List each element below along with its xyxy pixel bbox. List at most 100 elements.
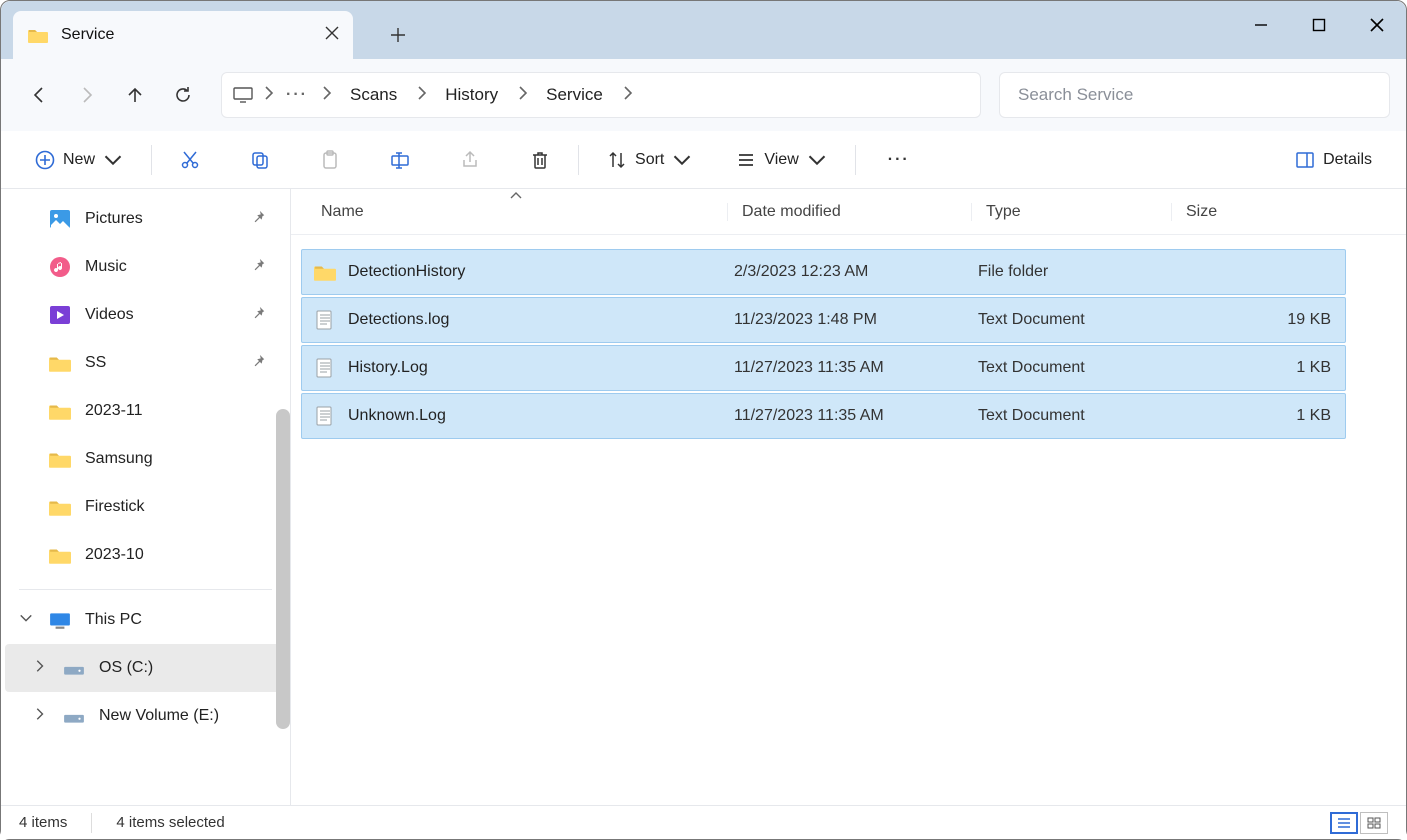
view-label: View: [764, 151, 798, 169]
search-input[interactable]: [1018, 85, 1371, 105]
chevron-down-icon: [103, 150, 123, 170]
file-type: Text Document: [978, 311, 1178, 329]
new-tab-button[interactable]: [381, 11, 415, 59]
pictures-icon: [49, 208, 71, 230]
search-box[interactable]: [999, 72, 1390, 118]
window-tab[interactable]: Service: [13, 11, 353, 59]
file-date: 2/3/2023 12:23 AM: [734, 263, 978, 281]
close-tab-icon[interactable]: [325, 26, 339, 45]
file-name: DetectionHistory: [348, 263, 465, 281]
copy-button[interactable]: [240, 141, 280, 179]
sort-button[interactable]: Sort: [597, 141, 702, 179]
breadcrumb-item[interactable]: History: [435, 85, 508, 105]
textfile-icon: [314, 357, 336, 379]
maximize-button[interactable]: [1290, 1, 1348, 49]
share-button[interactable]: [450, 141, 490, 179]
breadcrumb-item[interactable]: Scans: [340, 85, 407, 105]
music-icon: [49, 256, 71, 278]
chevron-down-icon: [672, 150, 692, 170]
sidebar-item[interactable]: Pictures: [5, 195, 286, 243]
file-row[interactable]: DetectionHistory 2/3/2023 12:23 AMFile fo…: [301, 249, 1346, 295]
tab-title: Service: [61, 26, 114, 44]
forward-button[interactable]: [65, 73, 109, 117]
sidebar-item-label: Firestick: [85, 498, 145, 516]
view-button[interactable]: View: [726, 141, 836, 179]
details-view-toggle[interactable]: [1330, 812, 1358, 834]
videos-icon: [49, 304, 71, 326]
column-date[interactable]: Date modified: [727, 203, 971, 221]
column-size[interactable]: Size: [1171, 203, 1406, 221]
status-bar: 4 items 4 items selected: [1, 805, 1406, 839]
details-pane-button[interactable]: Details: [1285, 141, 1382, 179]
cut-button[interactable]: [170, 141, 210, 179]
clipboard-icon: [320, 150, 340, 170]
refresh-button[interactable]: [161, 73, 205, 117]
file-size: 1 KB: [1178, 407, 1345, 425]
chevron-down-icon: [807, 150, 827, 170]
rename-icon: [390, 150, 410, 170]
breadcrumb-bar[interactable]: ··· Scans History Service: [221, 72, 981, 118]
expand-icon[interactable]: [33, 659, 45, 678]
sidebar-item-label: Music: [85, 258, 127, 276]
new-label: New: [63, 151, 95, 169]
sidebar-item-label: Pictures: [85, 210, 143, 228]
file-type: Text Document: [978, 407, 1178, 425]
file-row[interactable]: Unknown.Log11/27/2023 11:35 AMText Docum…: [301, 393, 1346, 439]
new-button[interactable]: New: [25, 141, 133, 179]
rename-button[interactable]: [380, 141, 420, 179]
file-date: 11/27/2023 11:35 AM: [734, 407, 978, 425]
pin-icon: [252, 210, 266, 229]
sidebar-drive[interactable]: OS (C:): [5, 644, 286, 692]
sidebar-item[interactable]: SS: [5, 339, 286, 387]
details-label: Details: [1323, 151, 1372, 169]
chevron-right-icon[interactable]: [316, 85, 336, 106]
sidebar-item[interactable]: Samsung: [5, 435, 286, 483]
file-row[interactable]: Detections.log11/23/2023 1:48 PMText Doc…: [301, 297, 1346, 343]
delete-button[interactable]: [520, 141, 560, 179]
sidebar-item-label: Samsung: [85, 450, 153, 468]
textfile-icon: [314, 309, 336, 331]
sidebar-item[interactable]: Music: [5, 243, 286, 291]
file-list-view: Name Date modified Type Size DetectionHi…: [291, 189, 1406, 805]
file-row[interactable]: History.Log11/27/2023 11:35 AMText Docum…: [301, 345, 1346, 391]
sidebar-item-label: 2023-10: [85, 546, 144, 564]
icons-view-toggle[interactable]: [1360, 812, 1388, 834]
collapse-icon[interactable]: [19, 611, 33, 630]
paste-button[interactable]: [310, 141, 350, 179]
sidebar-item[interactable]: 2023-10: [5, 531, 286, 579]
minimize-button[interactable]: [1232, 1, 1290, 49]
column-name[interactable]: Name: [291, 203, 727, 221]
sidebar-label: This PC: [85, 611, 142, 629]
breadcrumb-overflow[interactable]: ···: [282, 86, 312, 104]
close-window-button[interactable]: [1348, 1, 1406, 49]
folder-icon: [27, 24, 49, 46]
sidebar-drive[interactable]: New Volume (E:): [5, 692, 286, 740]
pc-icon: [232, 84, 254, 106]
share-icon: [460, 150, 480, 170]
sidebar-item-label: OS (C:): [99, 659, 153, 677]
chevron-right-icon[interactable]: [512, 85, 532, 106]
scrollbar-thumb[interactable]: [276, 409, 290, 729]
sidebar-item[interactable]: Firestick: [5, 483, 286, 531]
more-button[interactable]: ···: [874, 141, 924, 179]
details-pane-icon: [1295, 150, 1315, 170]
sidebar-item[interactable]: Videos: [5, 291, 286, 339]
command-bar: New Sort View ··· Details: [1, 131, 1406, 189]
file-name: Detections.log: [348, 311, 449, 329]
breadcrumb-item[interactable]: Service: [536, 85, 613, 105]
sidebar-item[interactable]: 2023-11: [5, 387, 286, 435]
address-row: ··· Scans History Service: [1, 59, 1406, 131]
chevron-right-icon[interactable]: [258, 85, 278, 106]
folder-icon: [49, 496, 71, 518]
folder-icon: [314, 261, 336, 283]
column-type[interactable]: Type: [971, 203, 1171, 221]
chevron-right-icon[interactable]: [617, 85, 637, 106]
copy-icon: [250, 150, 270, 170]
drive-icon: [63, 705, 85, 727]
file-type: File folder: [978, 263, 1178, 281]
sidebar-this-pc[interactable]: This PC: [5, 596, 286, 644]
expand-icon[interactable]: [33, 707, 45, 726]
back-button[interactable]: [17, 73, 61, 117]
chevron-right-icon[interactable]: [411, 85, 431, 106]
up-button[interactable]: [113, 73, 157, 117]
